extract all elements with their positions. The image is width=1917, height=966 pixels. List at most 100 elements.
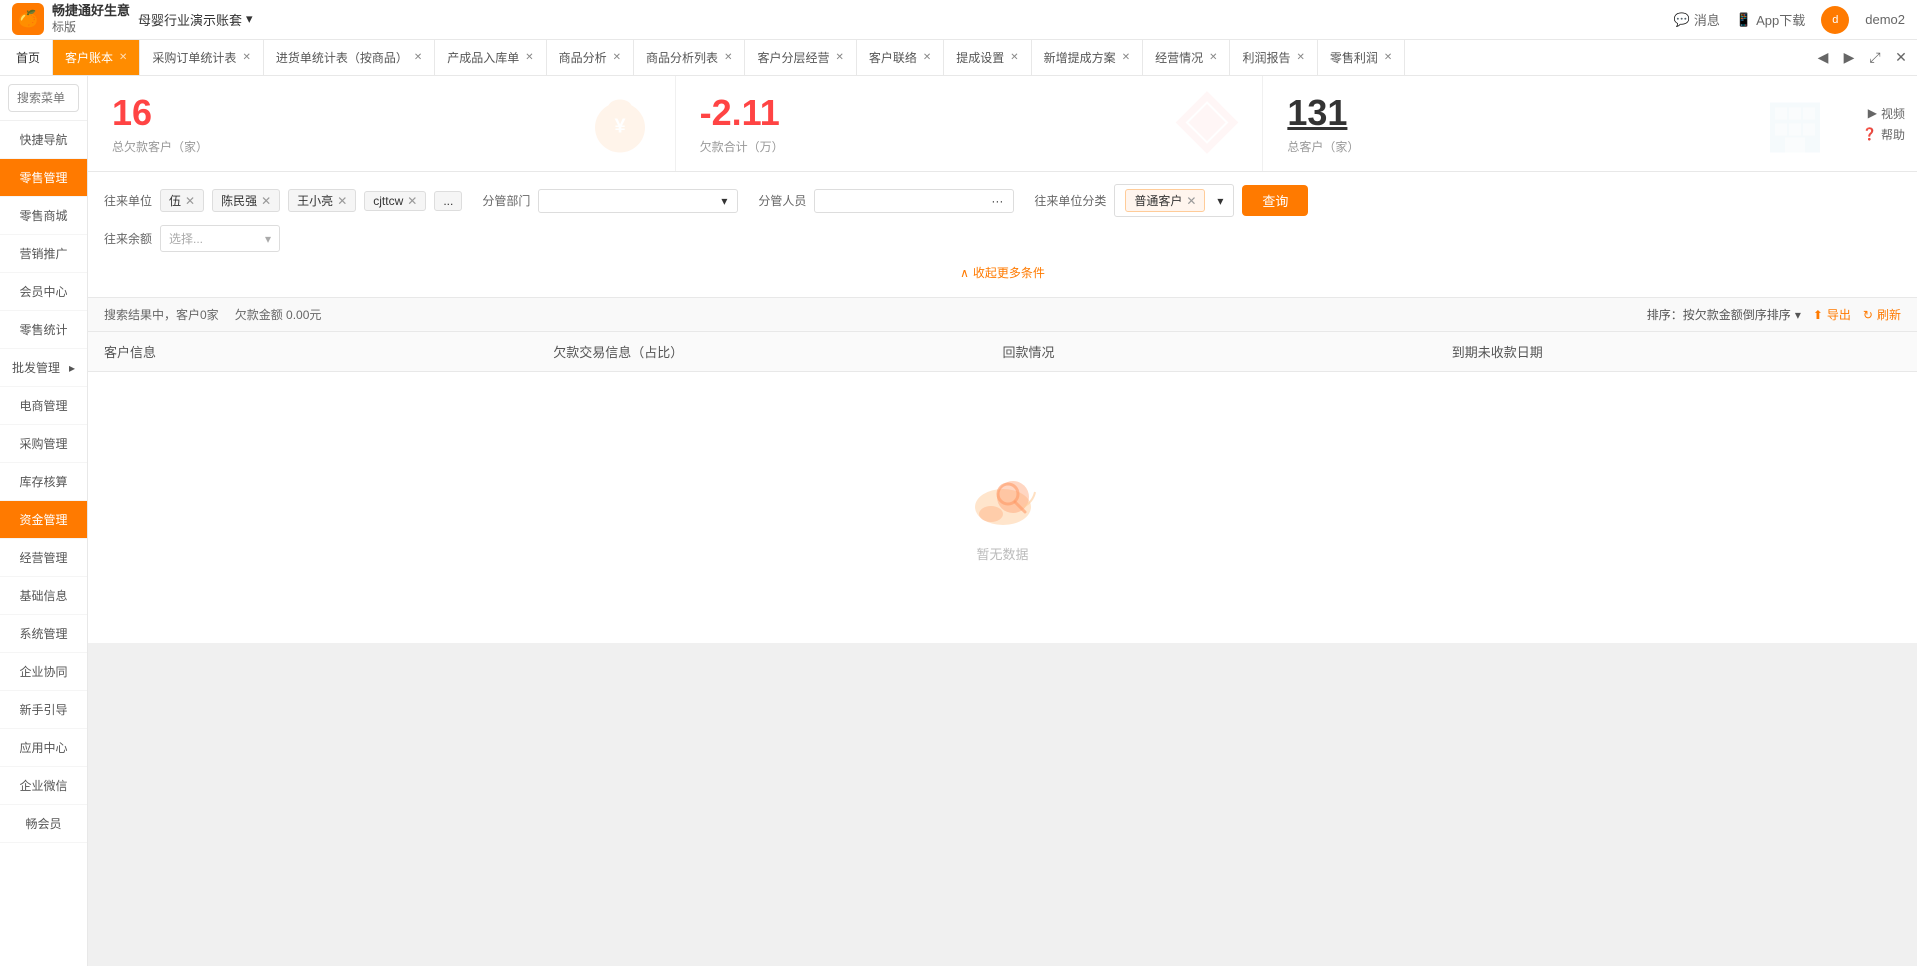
video-button[interactable]: ▶ 视频 <box>1868 105 1905 122</box>
stat-card-icon-bg3 <box>1760 87 1830 160</box>
sort-label: 排序：按欠款金额倒序排序 <box>1647 306 1791 323</box>
tab-label: 零售利润 <box>1330 49 1378 66</box>
query-button[interactable]: 查询 <box>1242 185 1308 216</box>
sidebar-item-finance[interactable]: 资金管理 <box>0 501 87 539</box>
sidebar-item-system[interactable]: 系统管理 <box>0 615 87 653</box>
close-icon[interactable]: ✕ <box>835 52 843 63</box>
sidebar-item-wechat[interactable]: 企业微信 <box>0 767 87 805</box>
close-icon[interactable]: ✕ <box>613 52 621 63</box>
tab-customer-contact[interactable]: 客户联络 ✕ <box>857 40 944 76</box>
filter-tag-more[interactable]: ... <box>434 191 462 211</box>
svg-text:¥: ¥ <box>614 115 626 137</box>
nav-prev-button[interactable]: ◀ <box>1811 46 1835 70</box>
chevron-up-icon: ∧ <box>960 266 969 280</box>
phone-icon: 📱 <box>1736 12 1752 28</box>
close-icon[interactable]: ✕ <box>242 52 250 63</box>
tab-business[interactable]: 经营情况 ✕ <box>1143 40 1230 76</box>
close-icon[interactable]: ✕ <box>1384 52 1392 63</box>
col-customer-info: 客户信息 <box>104 342 553 361</box>
account-selector[interactable]: 母婴行业演示账套 ▾ <box>138 10 253 29</box>
sidebar-item-marketing[interactable]: 营销推广 <box>0 235 87 273</box>
tab-product-list[interactable]: 商品分析列表 ✕ <box>634 40 745 76</box>
filter-tag-wu: 伍 ✕ <box>160 189 204 212</box>
balance-select[interactable]: 选择... ▾ <box>160 225 280 252</box>
nav-expand-button[interactable]: ⤢ <box>1863 46 1887 70</box>
avatar[interactable]: d <box>1821 6 1849 34</box>
close-icon[interactable]: ✕ <box>1010 52 1018 63</box>
close-icon[interactable]: ✕ <box>1122 52 1130 63</box>
dept-select[interactable]: ▾ <box>538 189 738 213</box>
export-button[interactable]: ⬆ 导出 <box>1813 306 1851 323</box>
stat-number-customers: 16 <box>112 92 208 134</box>
sidebar-search-area <box>0 76 87 121</box>
tab-label: 客户分层经营 <box>757 49 829 66</box>
sidebar-item-operation[interactable]: 经营管理 <box>0 539 87 577</box>
tab-customer-ledger[interactable]: 客户账本 ✕ <box>53 40 140 76</box>
remove-tag-wu[interactable]: ✕ <box>185 194 195 208</box>
sidebar-item-member2[interactable]: 畅会员 <box>0 805 87 843</box>
close-icon[interactable]: ✕ <box>414 52 422 63</box>
sidebar-item-wholesale[interactable]: 批发管理 ▸ <box>0 349 87 387</box>
tab-home[interactable]: 首页 <box>4 40 53 76</box>
tab-label: 产成品入库单 <box>447 49 519 66</box>
sidebar-item-retail-stats[interactable]: 零售统计 <box>0 311 87 349</box>
empty-state-illustration <box>953 452 1053 532</box>
search-input[interactable] <box>8 84 79 112</box>
col-debt-info: 欠款交易信息（占比） <box>553 342 1002 361</box>
sidebar-item-basic-info[interactable]: 基础信息 <box>0 577 87 615</box>
help-button[interactable]: ❓ 帮助 <box>1862 126 1905 143</box>
sidebar-item-app-center[interactable]: 应用中心 <box>0 729 87 767</box>
sidebar-item-member[interactable]: 会员中心 <box>0 273 87 311</box>
tab-commission-setting[interactable]: 提成设置 ✕ <box>944 40 1031 76</box>
sidebar-item-quick-nav[interactable]: 快捷导航 <box>0 121 87 159</box>
close-icon[interactable]: ✕ <box>525 52 533 63</box>
tab-product-analysis[interactable]: 商品分析 ✕ <box>547 40 634 76</box>
person-label: 分管人员 <box>758 192 806 209</box>
remove-tag-chen[interactable]: ✕ <box>261 194 271 208</box>
tab-profit-report[interactable]: 利润报告 ✕ <box>1230 40 1317 76</box>
tab-retail-profit[interactable]: 零售利润 ✕ <box>1318 40 1405 76</box>
sidebar-item-guide[interactable]: 新手引导 <box>0 691 87 729</box>
sidebar-item-retail[interactable]: 零售管理 <box>0 159 87 197</box>
refresh-button[interactable]: ↻ 刷新 <box>1863 306 1901 323</box>
stat-card-icon-bg: ¥ <box>585 87 655 160</box>
sidebar-item-enterprise[interactable]: 企业协同 <box>0 653 87 691</box>
tab-new-commission[interactable]: 新增提成方案 ✕ <box>1032 40 1143 76</box>
tab-purchase-order-stats[interactable]: 采购订单统计表 ✕ <box>140 40 263 76</box>
nav-next-button[interactable]: ▶ <box>1837 46 1861 70</box>
col-payment: 回款情况 <box>1003 342 1452 361</box>
tab-customer-tier[interactable]: 客户分层经营 ✕ <box>745 40 856 76</box>
close-icon[interactable]: ✕ <box>1209 52 1217 63</box>
close-icon[interactable]: ✕ <box>1297 52 1305 63</box>
sidebar-item-retail-shop[interactable]: 零售商城 <box>0 197 87 235</box>
unit-type-select[interactable]: 普通客户 ✕ ▾ <box>1114 184 1234 217</box>
sort-button[interactable]: 排序：按欠款金额倒序排序 ▾ <box>1647 306 1801 323</box>
table-empty-state: 暂无数据 <box>88 372 1917 643</box>
person-select[interactable]: ··· <box>814 189 1014 213</box>
remove-tag-cjttcw[interactable]: ✕ <box>407 194 417 208</box>
close-icon[interactable]: ✕ <box>923 52 931 63</box>
results-info: 搜索结果中，客户0家 欠款金额 0.00元 <box>104 306 321 323</box>
tab-inbound-stats[interactable]: 进货单统计表（按商品） ✕ <box>264 40 435 76</box>
close-icon[interactable]: ✕ <box>119 52 127 63</box>
home-label: 首页 <box>16 49 40 66</box>
tab-label: 商品分析列表 <box>646 49 718 66</box>
sidebar-item-inventory[interactable]: 库存核算 <box>0 463 87 501</box>
collapse-button[interactable]: ∧ 收起更多条件 <box>952 260 1053 285</box>
message-button[interactable]: 💬 消息 <box>1674 10 1720 29</box>
main-layout: 快捷导航 零售管理 零售商城 营销推广 会员中心 零售统计 批发管理 ▸ 电商管… <box>0 76 1917 966</box>
building-icon <box>1760 87 1830 157</box>
tab-product-inbound[interactable]: 产成品入库单 ✕ <box>435 40 546 76</box>
refresh-icon: ↻ <box>1863 308 1873 322</box>
app-download-button[interactable]: 📱 App下载 <box>1736 10 1805 29</box>
close-icon[interactable]: ✕ <box>724 52 732 63</box>
remove-tag-wang[interactable]: ✕ <box>337 194 347 208</box>
sidebar-item-ecommerce[interactable]: 电商管理 <box>0 387 87 425</box>
tab-label: 新增提成方案 <box>1044 49 1116 66</box>
stat-content-total: 131 总客户（家） <box>1287 92 1359 155</box>
nav-arrows: ◀ ▶ ⤢ ✕ <box>1811 46 1913 70</box>
remove-tag-normal[interactable]: ✕ <box>1186 194 1196 208</box>
balance-chevron: ▾ <box>265 232 271 246</box>
sidebar-item-purchase[interactable]: 采购管理 <box>0 425 87 463</box>
nav-close-all-button[interactable]: ✕ <box>1889 46 1913 70</box>
